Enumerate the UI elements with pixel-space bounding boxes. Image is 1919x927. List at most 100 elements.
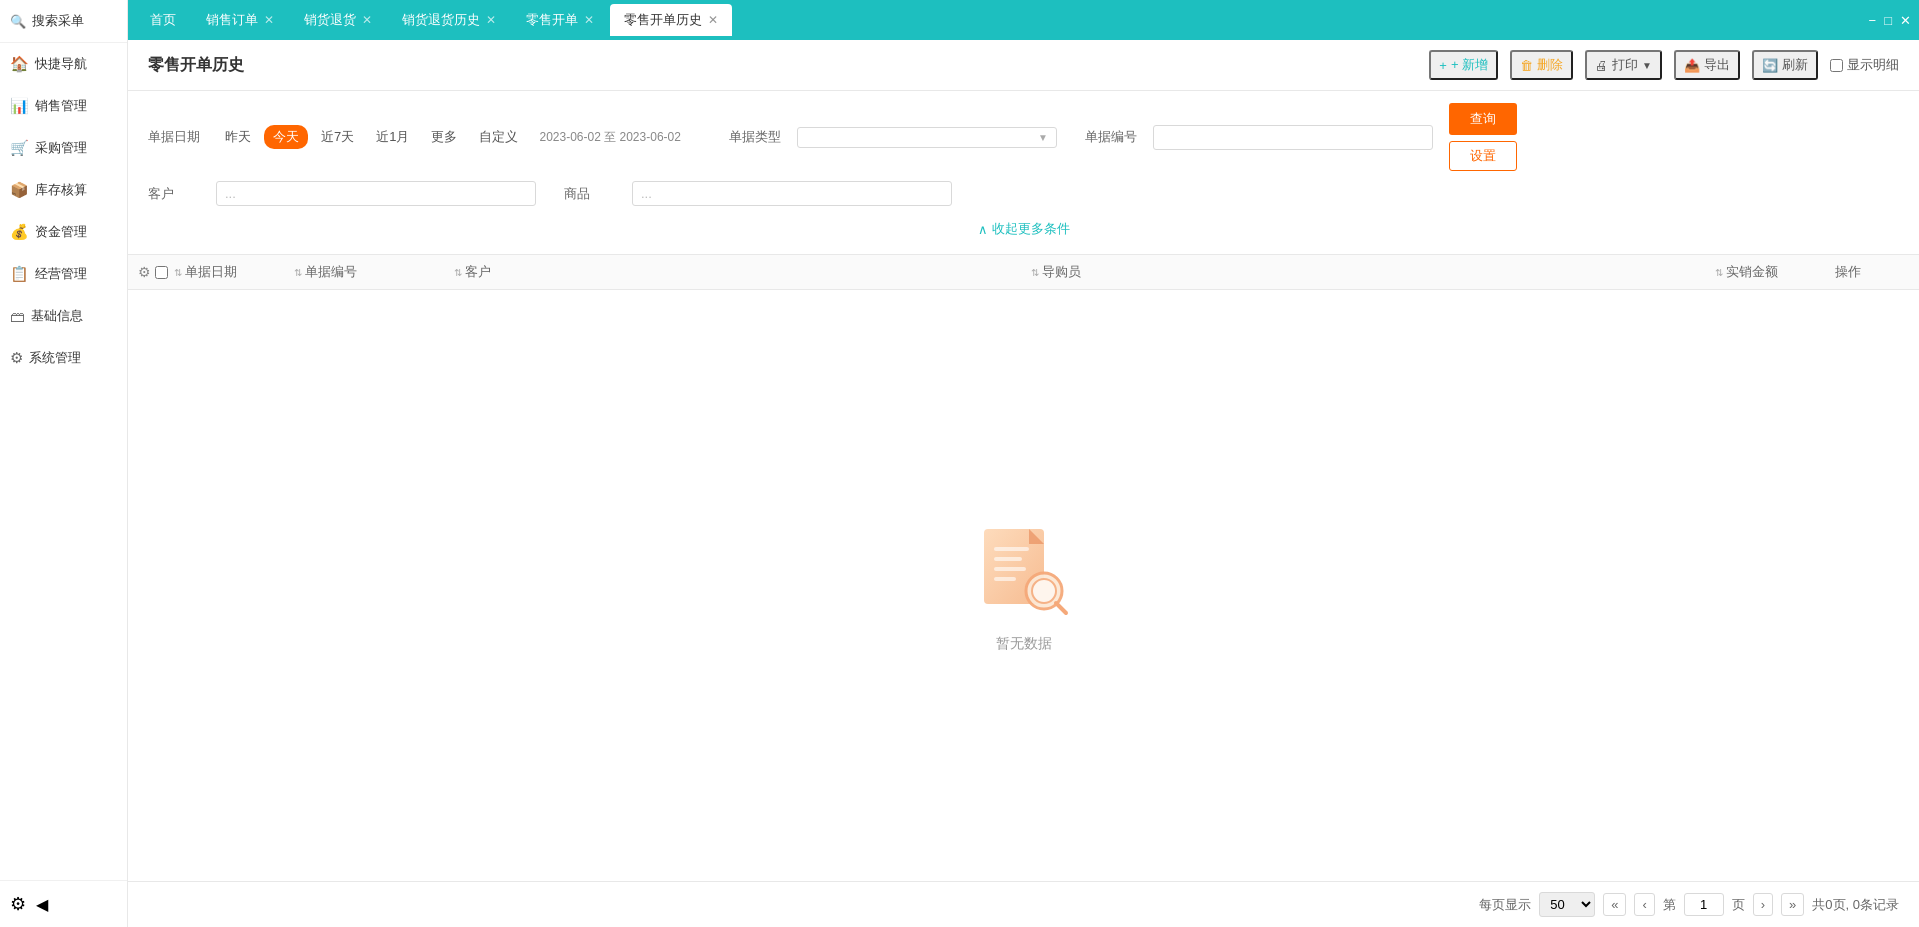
bill-type-dropdown-icon: ▼	[1038, 132, 1048, 143]
customer-select[interactable]: ...	[216, 181, 536, 206]
search-icon: 🔍	[10, 14, 26, 29]
tab-sales-return-label: 销货退货	[304, 11, 356, 29]
svg-point-6	[1032, 579, 1056, 603]
sort-icon: ⇅	[174, 267, 182, 278]
pagination-bar: 每页显示 50 10 20 100 « ‹ 第 页 › » 共0页, 0条记录	[128, 881, 1919, 927]
page-title: 零售开单历史	[148, 55, 244, 76]
per-page-select[interactable]: 50 10 20 100	[1539, 892, 1595, 917]
sidebar-item-label: 采购管理	[35, 139, 87, 157]
sort-icon: ⇅	[1715, 267, 1723, 278]
add-button[interactable]: + + 新增	[1429, 50, 1498, 80]
main-area: 首页 销售订单 ✕ 销货退货 ✕ 销货退货历史 ✕ 零售开单 ✕ 零售开单历史 …	[128, 0, 1919, 927]
settings-bottom-icon[interactable]: ⚙	[10, 893, 26, 915]
minimize-button[interactable]: −	[1869, 13, 1877, 28]
sidebar-item-operations[interactable]: 📋 经营管理	[0, 253, 127, 295]
sidebar-item-basic-info[interactable]: 🗃 基础信息	[0, 295, 127, 337]
export-button[interactable]: 📤 导出	[1674, 50, 1740, 80]
tab-sales-return-history[interactable]: 销货退货历史 ✕	[388, 4, 510, 36]
bill-number-input[interactable]	[1153, 125, 1433, 150]
collapse-icon[interactable]: ◀	[36, 895, 48, 914]
page-header: 零售开单历史 + + 新增 🗑 删除 🖨 打印 ▼ 📤 导出 🔄 刷新	[128, 40, 1919, 91]
tab-home[interactable]: 首页	[136, 4, 190, 36]
select-all-checkbox[interactable]	[155, 266, 168, 279]
sidebar-item-label: 库存核算	[35, 181, 87, 199]
filter-row-customer: 客户 ... 商品 ...	[148, 181, 1899, 206]
refresh-button[interactable]: 🔄 刷新	[1752, 50, 1818, 80]
col-amount-label: 实销金额	[1726, 263, 1778, 281]
display-detail-input[interactable]	[1830, 59, 1843, 72]
tab-retail-open-history-close[interactable]: ✕	[708, 13, 718, 27]
date-btn-last1month[interactable]: 近1月	[367, 125, 418, 149]
date-btn-more[interactable]: 更多	[422, 125, 466, 149]
date-btn-last7days[interactable]: 近7天	[312, 125, 363, 149]
sort-icon: ⇅	[454, 267, 462, 278]
tab-sales-return-history-close[interactable]: ✕	[486, 13, 496, 27]
tab-bar: 首页 销售订单 ✕ 销货退货 ✕ 销货退货历史 ✕ 零售开单 ✕ 零售开单历史 …	[128, 0, 1919, 40]
tab-sales-order-close[interactable]: ✕	[264, 13, 274, 27]
date-label: 单据日期	[148, 128, 208, 146]
sidebar-item-inventory[interactable]: 📦 库存核算	[0, 169, 127, 211]
tab-retail-open-close[interactable]: ✕	[584, 13, 594, 27]
goods-ellipsis: ...	[641, 186, 652, 201]
col-header-number[interactable]: ⇅ 单据编号	[288, 263, 448, 281]
sidebar-item-sales-mgmt[interactable]: 📊 销售管理	[0, 85, 127, 127]
gear-icon: ⚙	[10, 349, 23, 367]
goods-select[interactable]: ...	[632, 181, 952, 206]
print-label: 打印	[1612, 56, 1638, 74]
add-label: + 新增	[1451, 56, 1488, 74]
tab-sales-order[interactable]: 销售订单 ✕	[192, 4, 288, 36]
chart-icon: 📊	[10, 97, 29, 115]
delete-label: 删除	[1537, 56, 1563, 74]
sidebar-item-purchase-mgmt[interactable]: 🛒 采购管理	[0, 127, 127, 169]
date-btn-yesterday[interactable]: 昨天	[216, 125, 260, 149]
toolbar: + + 新增 🗑 删除 🖨 打印 ▼ 📤 导出 🔄 刷新	[1429, 50, 1899, 80]
sidebar-item-sys-mgmt[interactable]: ⚙ 系统管理	[0, 337, 127, 379]
date-range: 2023-06-02 至 2023-06-02	[539, 129, 680, 146]
sidebar-item-quick-nav[interactable]: 🏠 快捷导航	[0, 43, 127, 85]
maximize-button[interactable]: □	[1884, 13, 1892, 28]
filter-area: 单据日期 昨天 今天 近7天 近1月 更多 自定义 2023-06-02 至 2…	[128, 91, 1919, 255]
customer-label: 客户	[148, 185, 208, 203]
col-ops-label: 操作	[1835, 263, 1861, 281]
home-icon: 🏠	[10, 55, 29, 73]
col-header-amount[interactable]: ⇅ 实销金额	[1709, 263, 1829, 281]
date-btn-today[interactable]: 今天	[264, 125, 308, 149]
tab-home-label: 首页	[150, 11, 176, 29]
delete-button[interactable]: 🗑 删除	[1510, 50, 1573, 80]
col-number-label: 单据编号	[305, 263, 357, 281]
filter-row-date: 单据日期 昨天 今天 近7天 近1月 更多 自定义 2023-06-02 至 2…	[148, 103, 1899, 171]
query-button[interactable]: 查询	[1449, 103, 1517, 135]
tab-sales-return-close[interactable]: ✕	[362, 13, 372, 27]
svg-line-7	[1056, 603, 1066, 613]
prev-page-button[interactable]: ‹	[1634, 893, 1654, 916]
display-detail-checkbox[interactable]: 显示明细	[1830, 56, 1899, 74]
table-settings-icon[interactable]: ⚙	[138, 264, 151, 280]
window-controls: − □ ✕	[1869, 13, 1911, 28]
sidebar-item-finance[interactable]: 💰 资金管理	[0, 211, 127, 253]
tab-retail-open-history[interactable]: 零售开单历史 ✕	[610, 4, 732, 36]
tab-retail-open[interactable]: 零售开单 ✕	[512, 4, 608, 36]
sidebar-item-label: 快捷导航	[35, 55, 87, 73]
sidebar-bottom: ⚙ ◀	[0, 880, 127, 927]
page-number-input[interactable]	[1684, 893, 1724, 916]
col-header-customer[interactable]: ⇅ 客户	[448, 263, 1025, 281]
col-header-salesperson[interactable]: ⇅ 导购员	[1025, 263, 1145, 281]
close-button[interactable]: ✕	[1900, 13, 1911, 28]
sidebar: 🔍 搜索采单 🏠 快捷导航 📊 销售管理 🛒 采购管理 📦 库存核算 💰 资金管…	[0, 0, 128, 927]
filter-more-row: ∧ 收起更多条件	[148, 216, 1899, 242]
print-button[interactable]: 🖨 打印 ▼	[1585, 50, 1662, 80]
tab-retail-open-label: 零售开单	[526, 11, 578, 29]
bill-type-select[interactable]: ▼	[797, 127, 1057, 148]
collapse-btn[interactable]: ∧ 收起更多条件	[978, 216, 1070, 242]
sidebar-item-label: 基础信息	[31, 307, 83, 325]
sidebar-search[interactable]: 🔍 搜索采单	[0, 0, 127, 43]
tab-sales-return[interactable]: 销货退货 ✕	[290, 4, 386, 36]
date-btn-custom[interactable]: 自定义	[470, 125, 527, 149]
col-header-date[interactable]: ⇅ 单据日期	[168, 263, 288, 281]
export-label: 导出	[1704, 56, 1730, 74]
filter-settings-button[interactable]: 设置	[1449, 141, 1517, 171]
last-page-button[interactable]: »	[1781, 893, 1804, 916]
print-icon: 🖨	[1595, 58, 1608, 73]
next-page-button[interactable]: ›	[1753, 893, 1773, 916]
first-page-button[interactable]: «	[1603, 893, 1626, 916]
